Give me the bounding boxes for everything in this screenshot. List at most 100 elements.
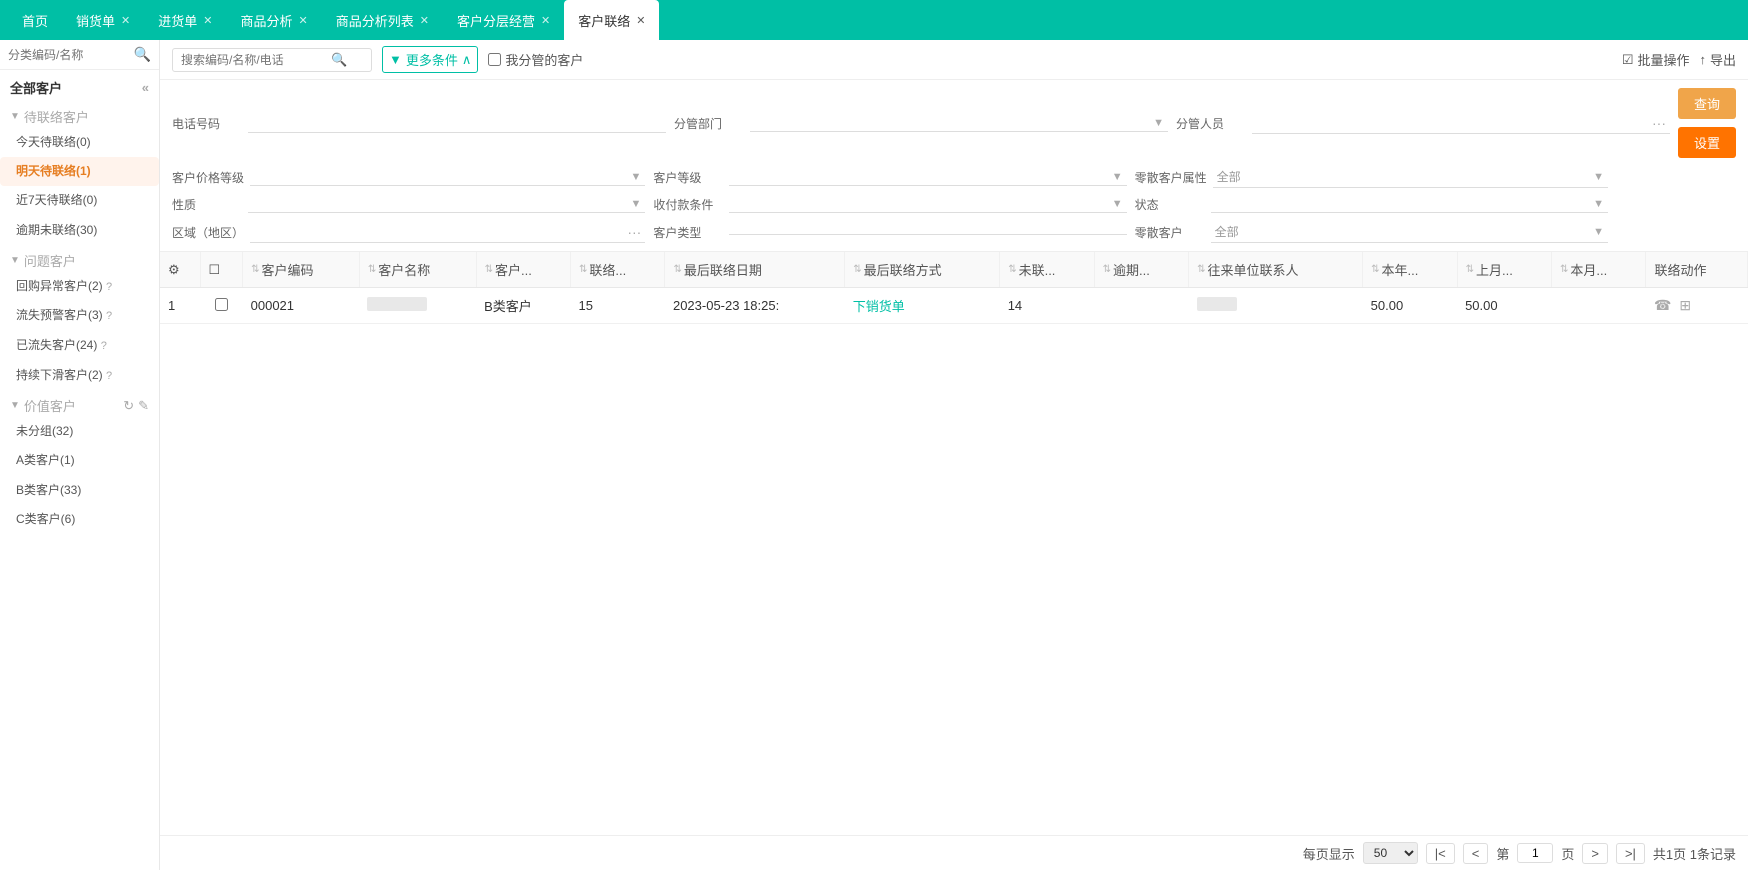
overdue-sort-icon[interactable]: ⇅	[1103, 264, 1111, 275]
sidebar-item-class-c[interactable]: C类客户(6)	[0, 505, 159, 534]
per-page-select[interactable]: 50 100	[1363, 842, 1418, 864]
person-sort-icon[interactable]: ⇅	[1197, 264, 1205, 275]
filter-search-icon[interactable]: 🔍	[331, 52, 347, 68]
sidebar-item-class-a[interactable]: A类客户(1)	[0, 446, 159, 475]
manager-select[interactable]: ···	[1252, 113, 1670, 134]
action-phone-icon[interactable]: ☎	[1654, 297, 1671, 314]
filter-cell-customer-type: 客户类型	[653, 224, 1126, 241]
last-month-sort-icon[interactable]: ⇅	[1466, 264, 1474, 275]
phone-label: 电话号码	[172, 115, 242, 132]
prev-page-button[interactable]: <	[1463, 843, 1489, 864]
date-sort-icon[interactable]: ⇅	[673, 264, 681, 275]
next-page-button[interactable]: >	[1582, 843, 1608, 864]
close-product-analysis-list-icon[interactable]: ✕	[420, 14, 429, 27]
price-level-label: 客户价格等级	[172, 169, 244, 186]
contact-sort-icon[interactable]: ⇅	[579, 264, 587, 275]
retail-customer-value: 全部	[1215, 223, 1239, 240]
export-button[interactable]: ↑ 导出	[1699, 50, 1736, 69]
my-customer-checkbox[interactable]	[488, 53, 501, 66]
customer-type-select[interactable]	[729, 230, 1126, 235]
row-contact-person-masked	[1197, 297, 1237, 311]
last-page-button[interactable]: >|	[1616, 843, 1645, 864]
sidebar-search-icon[interactable]: 🔍	[134, 46, 151, 63]
filter-icon: ▼	[389, 52, 402, 67]
sidebar-item-churned[interactable]: 已流失客户(24) ?	[0, 331, 159, 361]
row-checkbox[interactable]	[215, 298, 228, 311]
last-contact-method-link[interactable]: 下销货单	[853, 299, 905, 314]
row-name	[359, 288, 476, 324]
page-label: 第	[1496, 844, 1509, 863]
per-page-label: 每页显示	[1303, 844, 1355, 863]
action-grid-icon[interactable]: ⊞	[1679, 297, 1691, 314]
payment-dropdown-icon: ▼	[1112, 198, 1123, 210]
first-page-button[interactable]: |<	[1426, 843, 1455, 864]
sidebar-item-7days[interactable]: 近7天待联络(0)	[0, 186, 159, 215]
dept-select[interactable]: ▼	[750, 115, 1168, 132]
retail-customer-select[interactable]: 全部 ▼	[1211, 221, 1608, 243]
nav-customer-contact[interactable]: 客户联络 ✕	[564, 0, 659, 40]
filter-row-1: 电话号码 分管部门 ▼ 分管人员 ···	[172, 88, 1736, 158]
nav-customer-tier[interactable]: 客户分层经营 ✕	[443, 0, 564, 40]
nav-purchase[interactable]: 进货单 ✕	[144, 0, 226, 40]
value-edit-icon[interactable]: ✎	[138, 398, 149, 414]
gear-col-icon[interactable]: ⚙	[168, 262, 180, 278]
uncontacted-sort-icon[interactable]: ⇅	[1008, 264, 1016, 275]
sidebar-collapse-icon[interactable]: «	[142, 80, 149, 95]
retail-customer-label: 零散客户	[1135, 224, 1205, 241]
method-sort-icon[interactable]: ⇅	[853, 264, 861, 275]
close-sales-icon[interactable]: ✕	[121, 14, 130, 27]
region-dots-icon[interactable]: ···	[627, 224, 641, 240]
total-records-label: 共1页 1条记录	[1653, 844, 1736, 863]
value-refresh-icon[interactable]: ↻	[123, 398, 134, 414]
sidebar-item-churn-warning[interactable]: 流失预警客户(3) ?	[0, 301, 159, 331]
value-group-label: 价值客户	[24, 396, 76, 415]
row-code: 000021	[243, 288, 360, 324]
phone-input[interactable]	[248, 114, 666, 133]
nav-home[interactable]: 首页	[8, 0, 62, 40]
close-customer-tier-icon[interactable]: ✕	[541, 14, 550, 27]
more-filter-label: 更多条件	[406, 50, 458, 69]
sidebar-search-bar: 🔍	[0, 40, 159, 70]
query-button[interactable]: 查询	[1678, 88, 1736, 119]
close-customer-contact-icon[interactable]: ✕	[636, 14, 645, 27]
customer-level-select[interactable]: ▼	[729, 169, 1126, 186]
batch-op-button[interactable]: ☑ 批量操作	[1622, 50, 1690, 69]
filter-search-input[interactable]	[181, 53, 331, 67]
close-purchase-icon[interactable]: ✕	[203, 14, 212, 27]
nav-sales[interactable]: 销货单 ✕	[62, 0, 144, 40]
nav-product-analysis[interactable]: 商品分析 ✕	[226, 0, 321, 40]
price-level-select[interactable]: ▼	[250, 169, 645, 186]
this-month-sort-icon[interactable]: ⇅	[1560, 264, 1568, 275]
sidebar-search-input[interactable]	[8, 48, 134, 62]
my-customer-checkbox-group[interactable]: 我分管的客户	[488, 50, 583, 69]
filter-cell-payment: 收付款条件 ▼	[653, 196, 1126, 213]
sidebar-item-today[interactable]: 今天待联络(0)	[0, 128, 159, 157]
manager-dots-icon[interactable]: ···	[1652, 115, 1666, 131]
more-filter-button[interactable]: ▼ 更多条件 ∧	[382, 46, 478, 73]
this-year-sort-icon[interactable]: ⇅	[1371, 264, 1379, 275]
retail-attr-label: 零散客户属性	[1135, 169, 1207, 186]
settings-button[interactable]: 设置	[1678, 127, 1736, 158]
nature-select[interactable]: ▼	[248, 196, 645, 213]
name-sort-icon[interactable]: ⇅	[368, 264, 376, 275]
sidebar-item-repurchase-abnormal[interactable]: 回购异常客户(2) ?	[0, 272, 159, 302]
type-sort-icon[interactable]: ⇅	[485, 264, 493, 275]
filter-bar: 🔍 ▼ 更多条件 ∧ 我分管的客户 ☑ 批量操作 ↑ 导出	[160, 40, 1748, 80]
col-gear[interactable]: ⚙	[160, 252, 200, 288]
close-product-analysis-icon[interactable]: ✕	[299, 14, 308, 27]
region-select[interactable]: ···	[250, 222, 645, 243]
code-sort-icon[interactable]: ⇅	[251, 264, 259, 275]
sidebar-item-tomorrow[interactable]: 明天待联络(1)	[0, 157, 159, 186]
sidebar-item-ungrouped[interactable]: 未分组(32)	[0, 417, 159, 446]
payment-select[interactable]: ▼	[729, 196, 1126, 213]
nav-product-analysis-list[interactable]: 商品分析列表 ✕	[322, 0, 443, 40]
status-select[interactable]: ▼	[1211, 196, 1608, 213]
sidebar-item-overdue[interactable]: 逾期未联络(30)	[0, 216, 159, 245]
filter-cell-phone: 电话号码	[172, 114, 666, 133]
retail-attr-select[interactable]: 全部 ▼	[1213, 166, 1608, 188]
sidebar-item-declining[interactable]: 持续下滑客户(2) ?	[0, 361, 159, 391]
nature-label: 性质	[172, 196, 242, 213]
page-number-input[interactable]	[1517, 843, 1553, 863]
sidebar-item-class-b[interactable]: B类客户(33)	[0, 476, 159, 505]
col-last-month: ⇅上月...	[1457, 252, 1551, 288]
